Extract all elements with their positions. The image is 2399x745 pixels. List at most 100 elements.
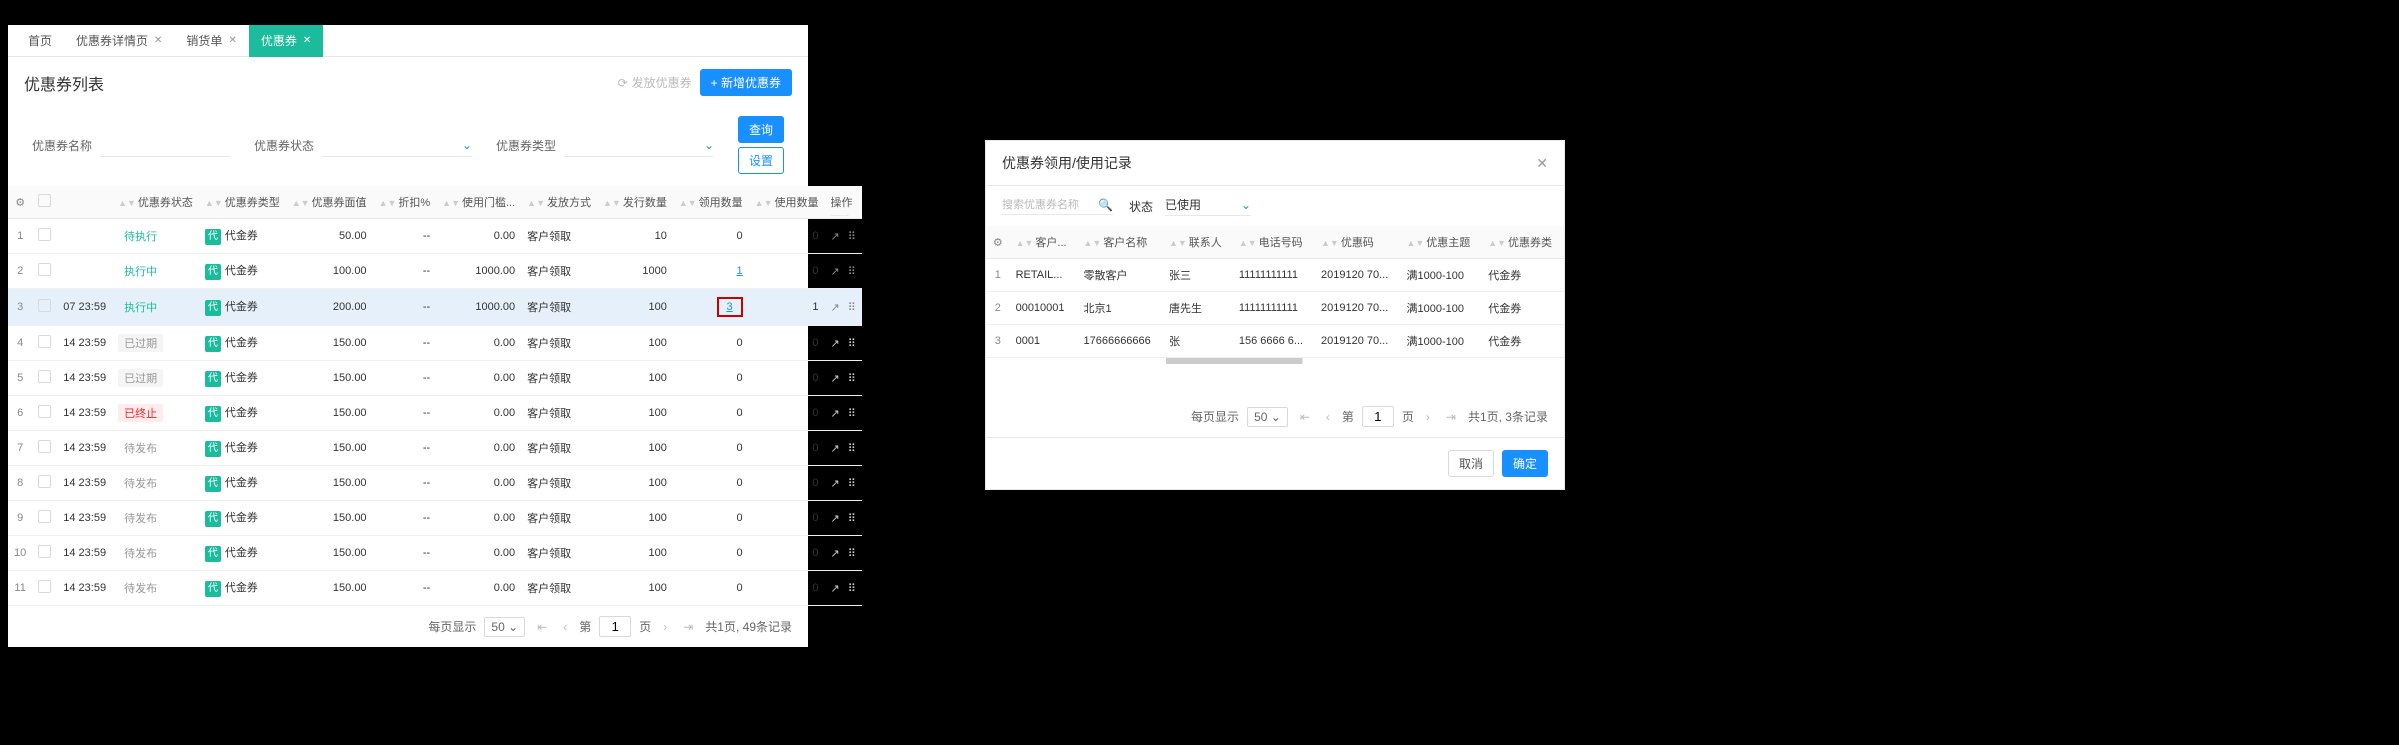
cancel-button[interactable]: 取消 (1448, 450, 1494, 477)
next-page-icon[interactable]: › (659, 620, 671, 634)
action-icons[interactable]: ↗⠿ (830, 301, 855, 314)
share-icon[interactable]: ↗ (830, 230, 839, 243)
col-type[interactable]: ▲▼优惠券类型 (199, 186, 286, 219)
gear-header[interactable]: ⚙ (986, 226, 1010, 259)
table-row[interactable]: 200010001北京1唐先生111111111112019120 70...满… (986, 292, 1564, 325)
col-coupon-type[interactable]: ▲▼优惠券类 (1482, 226, 1564, 259)
row-checkbox[interactable] (32, 501, 57, 536)
table-row[interactable]: 1114 23:59待发布代代金券150.00--0.00客户领取10000↗⠿ (8, 571, 862, 606)
col-discount[interactable]: ▲▼折扣% (373, 186, 437, 219)
share-icon[interactable]: ↗ (830, 265, 839, 278)
table-row[interactable]: 814 23:59待发布代代金券150.00--0.00客户领取10000↗⠿ (8, 466, 862, 501)
row-checkbox[interactable] (32, 361, 57, 396)
col-cust-code[interactable]: ▲▼客户... (1010, 226, 1078, 259)
row-status: 待发布 (112, 571, 199, 606)
prev-page-icon[interactable]: ‹ (1322, 410, 1334, 424)
first-page-icon[interactable]: ⇤ (533, 620, 551, 634)
col-phone[interactable]: ▲▼电话号码 (1233, 226, 1315, 259)
table-row[interactable]: 614 23:59已终止代代金券150.00--0.00客户领取10000↗⠿ (8, 396, 862, 431)
ok-button[interactable]: 确定 (1502, 450, 1548, 477)
row-used: 1 (673, 254, 749, 289)
gear-header[interactable]: ⚙ (8, 186, 32, 219)
page-input[interactable] (599, 616, 631, 637)
row-checkbox[interactable] (32, 431, 57, 466)
col-used[interactable]: ▲▼领用数量 (673, 186, 749, 219)
next-page-icon[interactable]: › (1422, 410, 1434, 424)
checkbox-icon (38, 580, 51, 593)
action-icons[interactable]: ↗⠿ (830, 230, 855, 243)
col-cust-name[interactable]: ▲▼客户名称 (1077, 226, 1162, 259)
col-face[interactable]: ▲▼优惠券面值 (286, 186, 373, 219)
type-select[interactable]: ⌄ (564, 133, 714, 157)
horizontal-scrollbar[interactable] (1002, 358, 1548, 364)
tab-label: 首页 (28, 32, 52, 49)
last-page-icon[interactable]: ⇥ (679, 620, 697, 634)
table-row[interactable]: 714 23:59待发布代代金券150.00--0.00客户领取10000↗⠿ (8, 431, 862, 466)
checkbox-header[interactable] (32, 186, 57, 219)
tab-sales-order[interactable]: 销货单✕ (174, 25, 248, 57)
row-method: 客户领取 (521, 431, 597, 466)
settings-button[interactable]: 设置 (738, 147, 784, 174)
row-checkbox[interactable] (32, 571, 57, 606)
qrcode-icon[interactable]: ⠿ (848, 265, 856, 278)
row-checkbox[interactable] (32, 219, 57, 254)
used-count-link[interactable]: 3 (727, 301, 733, 313)
table-row[interactable]: 1RETAIL...零散客户张三111111111112019120 70...… (986, 259, 1564, 292)
search-button[interactable]: 查询 (738, 116, 784, 143)
first-page-icon[interactable]: ⇤ (1296, 410, 1314, 424)
add-coupon-button[interactable]: + 新增优惠券 (700, 69, 792, 96)
last-page-icon[interactable]: ⇥ (1442, 410, 1460, 424)
col-label: 发行数量 (623, 197, 667, 209)
col-coupon-code[interactable]: ▲▼优惠码 (1315, 226, 1400, 259)
coupon-name-input[interactable] (100, 133, 230, 157)
per-page-select[interactable]: 50 ⌄ (484, 617, 525, 637)
col-threshold[interactable]: ▲▼使用门槛... (436, 186, 521, 219)
row-status: 已过期 (112, 326, 199, 361)
tab-coupon[interactable]: 优惠券✕ (249, 25, 323, 57)
row-checkbox[interactable] (32, 466, 57, 501)
row-issued: 10 (597, 219, 673, 254)
row-status: 待发布 (112, 536, 199, 571)
qrcode-icon[interactable]: ⠿ (848, 301, 856, 314)
action-icons[interactable]: ↗⠿ (830, 265, 855, 278)
close-icon[interactable]: ✕ (228, 35, 236, 46)
close-icon[interactable]: ✕ (154, 35, 162, 46)
table-row[interactable]: 2执行中代代金券100.00--1000.00客户领取100010↗⠿ (8, 254, 862, 289)
status-select[interactable]: ⌄ (322, 133, 472, 157)
col-contact[interactable]: ▲▼联系人 (1163, 226, 1233, 259)
action-icons: ↗⠿ (830, 477, 855, 490)
table-row[interactable]: 3000117666666666张156 6666 6...2019120 70… (986, 325, 1564, 358)
table-row[interactable]: 514 23:59已过期代代金券150.00--0.00客户领取10000↗⠿ (8, 361, 862, 396)
filter-label: 优惠券状态 (254, 137, 314, 154)
qrcode-icon[interactable]: ⠿ (848, 230, 856, 243)
table-row[interactable]: 307 23:59执行中代代金券200.00--1000.00客户领取10031… (8, 289, 862, 326)
col-issued[interactable]: ▲▼发行数量 (597, 186, 673, 219)
col-method[interactable]: ▲▼发放方式 (521, 186, 597, 219)
per-page-select[interactable]: 50 ⌄ (1247, 407, 1288, 427)
status-select[interactable]: 已使用 ⌄ (1165, 196, 1251, 216)
col-consumed[interactable]: ▲▼使用数量 (749, 186, 825, 219)
col-status[interactable]: ▲▼优惠券状态 (112, 186, 199, 219)
close-icon[interactable]: ✕ (303, 35, 311, 46)
share-icon[interactable]: ↗ (830, 301, 839, 314)
row-checkbox[interactable] (32, 536, 57, 571)
row-consumed: 0 (749, 326, 825, 361)
row-checkbox[interactable] (32, 396, 57, 431)
tab-coupon-detail[interactable]: 优惠券详情页✕ (64, 25, 174, 57)
used-count-link[interactable]: 1 (737, 265, 743, 277)
filter-status: 优惠券状态 ⌄ (254, 133, 472, 157)
table-row[interactable]: 1待执行代代金券50.00--0.00客户领取1000↗⠿ (8, 219, 862, 254)
table-row[interactable]: 1014 23:59待发布代代金券150.00--0.00客户领取10000↗⠿ (8, 536, 862, 571)
row-checkbox[interactable] (32, 326, 57, 361)
page-input[interactable] (1362, 406, 1394, 427)
search-icon[interactable]: 🔍 (1098, 198, 1113, 212)
table-row[interactable]: 414 23:59已过期代代金券150.00--0.00客户领取10000↗⠿ (8, 326, 862, 361)
col-topic[interactable]: ▲▼优惠主题 (1400, 226, 1482, 259)
row-checkbox[interactable] (32, 289, 57, 326)
search-input[interactable] (1002, 199, 1092, 211)
table-row[interactable]: 914 23:59待发布代代金券150.00--0.00客户领取10000↗⠿ (8, 501, 862, 536)
tab-home[interactable]: 首页 (16, 25, 64, 57)
close-icon[interactable]: ✕ (1536, 155, 1548, 172)
row-checkbox[interactable] (32, 254, 57, 289)
prev-page-icon[interactable]: ‹ (559, 620, 571, 634)
